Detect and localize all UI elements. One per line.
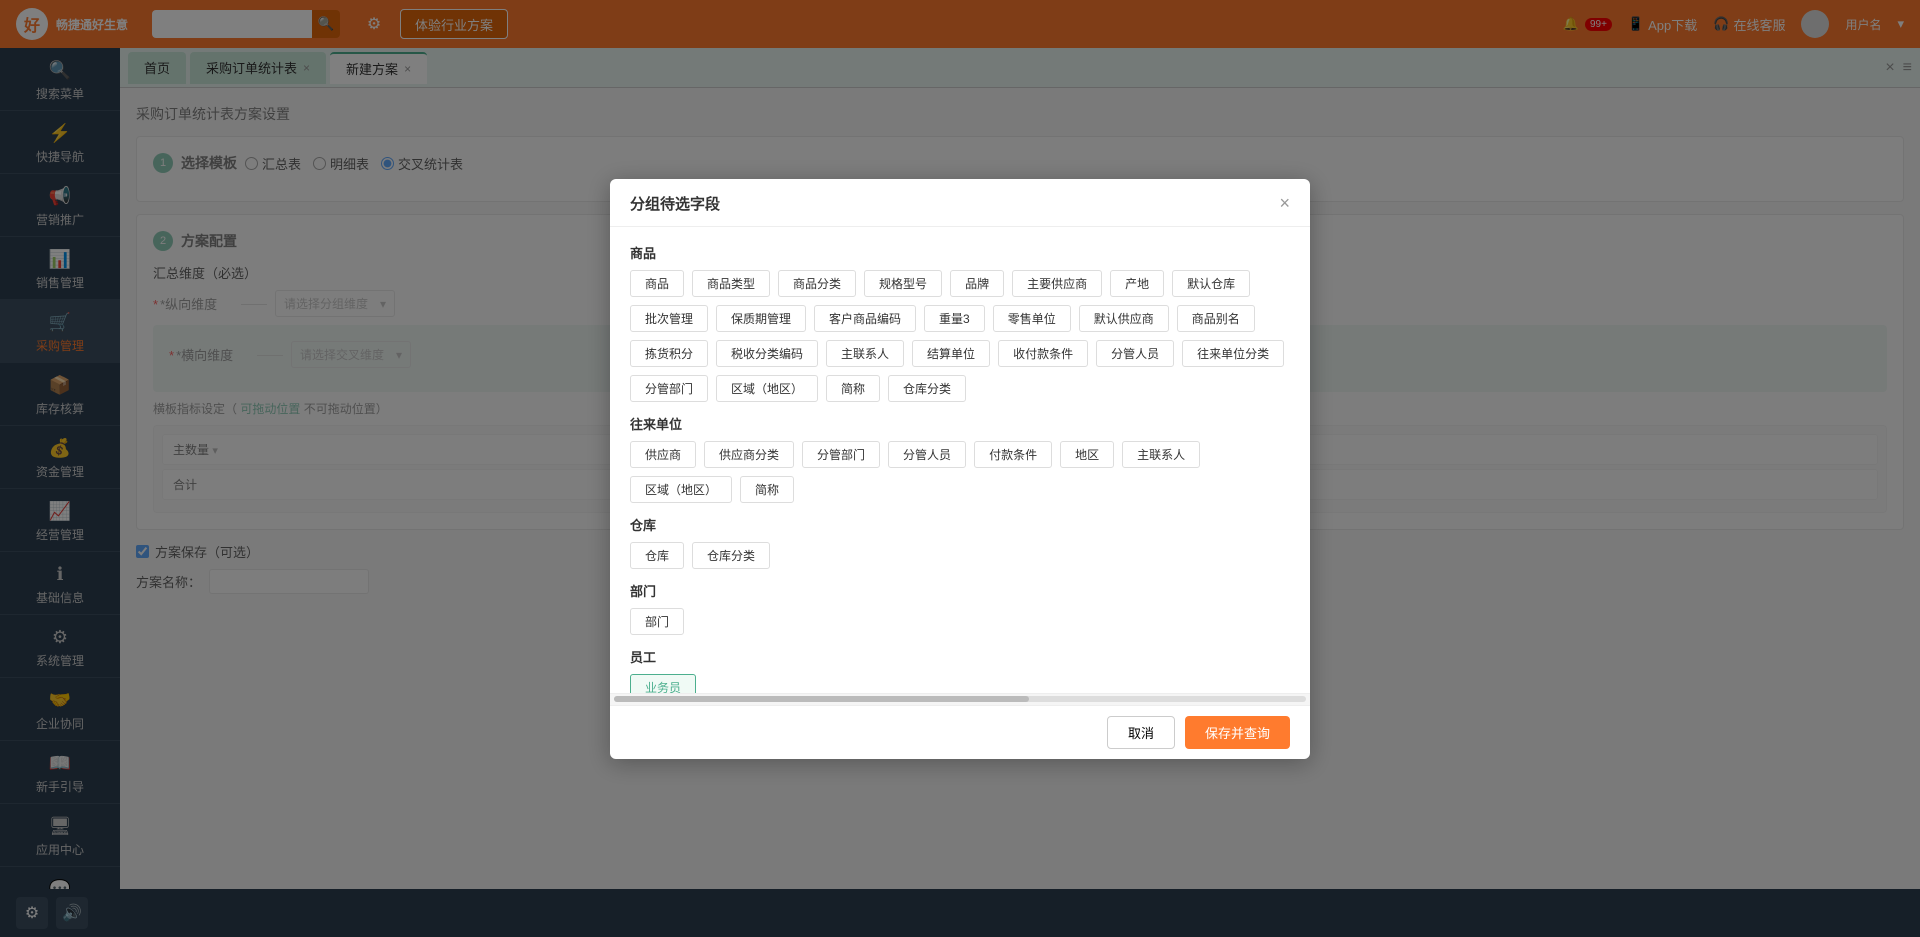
field-tag[interactable]: 主要供应商 bbox=[1012, 270, 1102, 297]
field-tag[interactable]: 商品 bbox=[630, 270, 684, 297]
field-selection-modal: 分组待选字段 × 商品 商品 商品类型 商品分类 规格型号 品牌 主要供应商 产… bbox=[610, 179, 1310, 759]
field-tag[interactable]: 区域（地区） bbox=[630, 476, 732, 503]
save-query-button[interactable]: 保存并查询 bbox=[1185, 716, 1290, 749]
dept-fields: 部门 bbox=[630, 608, 1290, 635]
field-tag[interactable]: 地区 bbox=[1060, 441, 1114, 468]
field-tag[interactable]: 主联系人 bbox=[826, 340, 904, 367]
partner-fields: 供应商 供应商分类 分管部门 分管人员 付款条件 地区 主联系人 区域（地区） … bbox=[630, 441, 1290, 503]
field-tag[interactable]: 品牌 bbox=[950, 270, 1004, 297]
field-tag[interactable]: 供应商 bbox=[630, 441, 696, 468]
modal-hscroll[interactable] bbox=[610, 693, 1310, 705]
modal-title: 分组待选字段 bbox=[630, 193, 720, 214]
field-tag[interactable]: 默认供应商 bbox=[1079, 305, 1169, 332]
field-tag[interactable]: 客户商品编码 bbox=[814, 305, 916, 332]
section-title-goods: 商品 bbox=[630, 243, 1290, 262]
field-tag[interactable]: 默认仓库 bbox=[1172, 270, 1250, 297]
warehouse-fields: 仓库 仓库分类 bbox=[630, 542, 1290, 569]
field-tag[interactable]: 规格型号 bbox=[864, 270, 942, 297]
field-tag[interactable]: 税收分类编码 bbox=[716, 340, 818, 367]
field-tag[interactable]: 重量3 bbox=[924, 305, 985, 332]
field-tag[interactable]: 收付款条件 bbox=[998, 340, 1088, 367]
field-tag[interactable]: 仓库 bbox=[630, 542, 684, 569]
field-tag[interactable]: 批次管理 bbox=[630, 305, 708, 332]
field-tag[interactable]: 往来单位分类 bbox=[1182, 340, 1284, 367]
field-tag[interactable]: 产地 bbox=[1110, 270, 1164, 297]
field-tag-staff[interactable]: 业务员 bbox=[630, 674, 696, 693]
section-title-warehouse: 仓库 bbox=[630, 515, 1290, 534]
field-tag[interactable]: 主联系人 bbox=[1122, 441, 1200, 468]
cancel-button[interactable]: 取消 bbox=[1107, 716, 1175, 749]
modal-header: 分组待选字段 × bbox=[610, 179, 1310, 227]
section-title-dept: 部门 bbox=[630, 581, 1290, 600]
field-tag[interactable]: 付款条件 bbox=[974, 441, 1052, 468]
field-tag[interactable]: 简称 bbox=[740, 476, 794, 503]
field-tag[interactable]: 结算单位 bbox=[912, 340, 990, 367]
field-tag[interactable]: 分管人员 bbox=[888, 441, 966, 468]
field-tag[interactable]: 商品分类 bbox=[778, 270, 856, 297]
field-tag[interactable]: 分管部门 bbox=[802, 441, 880, 468]
field-tag[interactable]: 商品别名 bbox=[1177, 305, 1255, 332]
field-tag[interactable]: 部门 bbox=[630, 608, 684, 635]
modal-close-button[interactable]: × bbox=[1279, 193, 1290, 214]
field-tag[interactable]: 简称 bbox=[826, 375, 880, 402]
section-title-staff: 员工 bbox=[630, 647, 1290, 666]
field-tag[interactable]: 仓库分类 bbox=[692, 542, 770, 569]
modal-overlay: 分组待选字段 × 商品 商品 商品类型 商品分类 规格型号 品牌 主要供应商 产… bbox=[0, 0, 1920, 937]
staff-fields: 业务员 bbox=[630, 674, 1290, 693]
field-tag[interactable]: 仓库分类 bbox=[888, 375, 966, 402]
field-tag[interactable]: 保质期管理 bbox=[716, 305, 806, 332]
field-tag[interactable]: 分管人员 bbox=[1096, 340, 1174, 367]
goods-fields: 商品 商品类型 商品分类 规格型号 品牌 主要供应商 产地 默认仓库 批次管理 … bbox=[630, 270, 1290, 402]
field-tag[interactable]: 商品类型 bbox=[692, 270, 770, 297]
field-tag[interactable]: 区域（地区） bbox=[716, 375, 818, 402]
modal-footer: 取消 保存并查询 bbox=[610, 705, 1310, 759]
section-title-partner: 往来单位 bbox=[630, 414, 1290, 433]
field-tag[interactable]: 分管部门 bbox=[630, 375, 708, 402]
field-tag[interactable]: 零售单位 bbox=[993, 305, 1071, 332]
field-tag[interactable]: 拣货积分 bbox=[630, 340, 708, 367]
modal-body[interactable]: 商品 商品 商品类型 商品分类 规格型号 品牌 主要供应商 产地 默认仓库 批次… bbox=[610, 227, 1310, 693]
field-tag[interactable]: 供应商分类 bbox=[704, 441, 794, 468]
